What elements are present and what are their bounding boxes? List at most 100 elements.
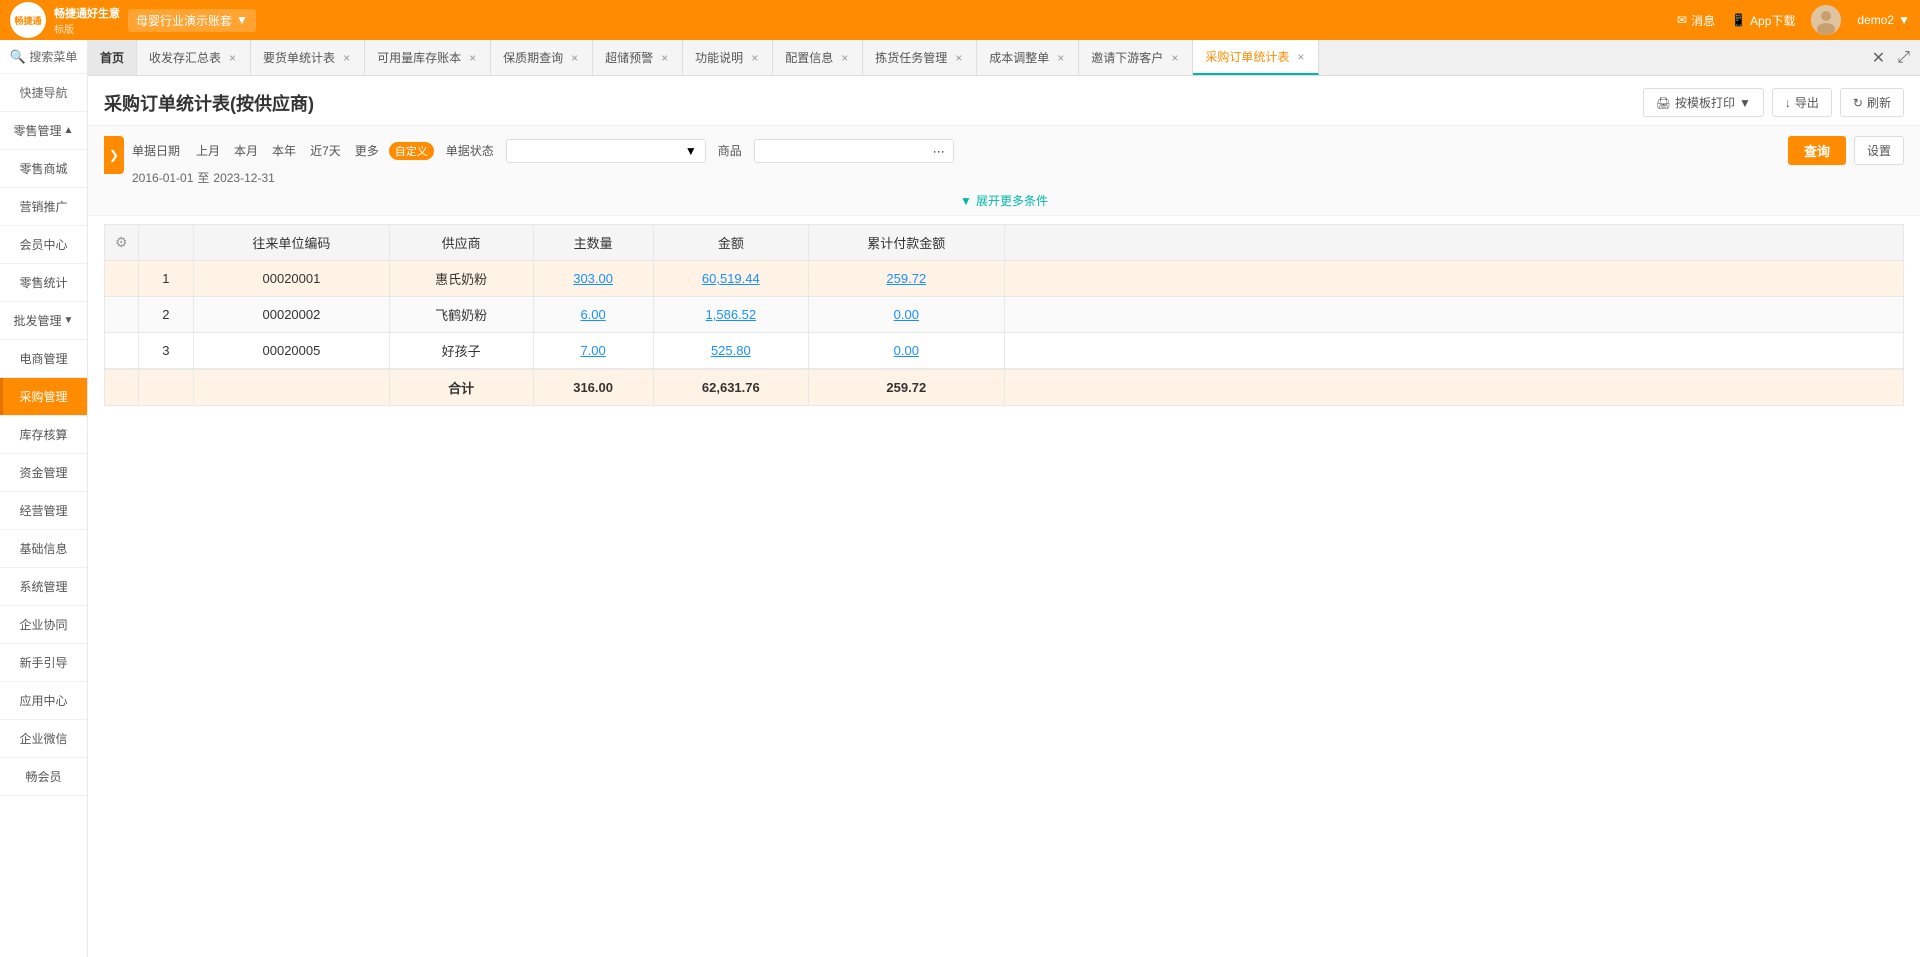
tab-overstock[interactable]: 超储预警 × bbox=[593, 40, 683, 75]
avatar[interactable] bbox=[1811, 5, 1841, 35]
sidebar-item-retail-stats[interactable]: 零售统计 bbox=[0, 264, 87, 302]
tab-maximize-icon[interactable]: ⤢ bbox=[1895, 47, 1912, 69]
sidebar-item-business[interactable]: 经营管理 bbox=[0, 492, 87, 530]
sidebar-item-wechat[interactable]: 企业微信 bbox=[0, 720, 87, 758]
sidebar-quick-nav[interactable]: 快捷导航 bbox=[0, 74, 87, 112]
shortcut-this-year[interactable]: 本年 bbox=[268, 140, 300, 161]
tab-close-all-icon[interactable]: ✕ bbox=[1870, 46, 1887, 70]
sidebar-item-marketing[interactable]: 营销推广 bbox=[0, 188, 87, 226]
status-select[interactable]: ▼ bbox=[506, 139, 706, 163]
mobile-icon: 📱 bbox=[1731, 13, 1746, 27]
tab-close-icon[interactable]: × bbox=[839, 51, 850, 65]
sidebar-item-system[interactable]: 系统管理 bbox=[0, 568, 87, 606]
sidebar-item-label: 库存核算 bbox=[19, 428, 67, 442]
th-empty bbox=[1004, 225, 1904, 261]
filter-expand-left-button[interactable]: ❯ bbox=[104, 136, 124, 174]
summary-quantity: 316.00 bbox=[533, 369, 653, 406]
tab-available-stock[interactable]: 可用量库存账本 × bbox=[365, 40, 491, 75]
sidebar-item-ecommerce[interactable]: 电商管理 bbox=[0, 340, 87, 378]
sidebar-item-label: 新手引导 bbox=[19, 656, 67, 670]
print-icon: 🖨 bbox=[1656, 96, 1671, 110]
export-button[interactable]: ↓ 导出 bbox=[1772, 88, 1832, 117]
username-label[interactable]: demo2 ▼ bbox=[1857, 13, 1910, 27]
sidebar-item-inventory[interactable]: 库存核算 bbox=[0, 416, 87, 454]
tab-close-icon[interactable]: × bbox=[227, 51, 238, 65]
chevron-down-icon: ▲ bbox=[64, 125, 74, 136]
goods-input[interactable]: ··· bbox=[754, 139, 954, 163]
tab-cost-adjust[interactable]: 成本调整单 × bbox=[977, 40, 1079, 75]
shortcut-this-month[interactable]: 本月 bbox=[230, 140, 262, 161]
workspace-selector[interactable]: 母婴行业演示账套 ▼ bbox=[128, 9, 256, 32]
tab-close-icon[interactable]: × bbox=[1055, 51, 1066, 65]
tab-invite-downstream[interactable]: 邀请下游客户 × bbox=[1079, 40, 1193, 75]
tab-close-icon[interactable]: × bbox=[749, 51, 760, 65]
sidebar: 🔍 搜索菜单 快捷导航 零售管理 ▲ 零售商城 营销推广 会员中心 零售统计 批… bbox=[0, 40, 88, 957]
tab-recv-send[interactable]: 收发存汇总表 × bbox=[137, 40, 251, 75]
top-bar-left: 畅捷通 畅捷通好生意 标版 母婴行业演示账套 ▼ bbox=[10, 2, 256, 38]
top-bar: 畅捷通 畅捷通好生意 标版 母婴行业演示账套 ▼ ✉ 消息 📱 App下载 bbox=[0, 0, 1920, 40]
sidebar-item-basic[interactable]: 基础信息 bbox=[0, 530, 87, 568]
tab-purchase-order-stats[interactable]: 采购订单统计表 × bbox=[1193, 40, 1319, 75]
sidebar-item-finance[interactable]: 资金管理 bbox=[0, 454, 87, 492]
td-paid-amount: 0.00 bbox=[809, 297, 1004, 333]
message-button[interactable]: ✉ 消息 bbox=[1677, 12, 1715, 29]
sidebar-search[interactable]: 🔍 搜索菜单 bbox=[0, 40, 87, 74]
tab-close-icon[interactable]: × bbox=[1295, 50, 1306, 64]
filter-fields: 单据日期 上月 本月 本年 近7天 更多 自定义 单据状态 bbox=[132, 136, 1904, 186]
sidebar-item-retail-management[interactable]: 零售管理 ▲ bbox=[0, 112, 87, 150]
sidebar-item-newbie[interactable]: 新手引导 bbox=[0, 644, 87, 682]
tab-close-icon[interactable]: × bbox=[1169, 51, 1180, 65]
search-icon: 🔍 bbox=[10, 49, 26, 64]
sidebar-item-enterprise[interactable]: 企业协同 bbox=[0, 606, 87, 644]
tab-close-icon[interactable]: × bbox=[569, 51, 580, 65]
sidebar-item-label: 零售统计 bbox=[19, 276, 67, 290]
expand-more-button[interactable]: ▼ 展开更多条件 bbox=[960, 192, 1048, 209]
sidebar-item-purchase[interactable]: 采购管理 bbox=[0, 378, 87, 416]
tab-label: 邀请下游客户 bbox=[1091, 49, 1163, 66]
refresh-button[interactable]: ↻ 刷新 bbox=[1840, 88, 1904, 117]
page-header: 采购订单统计表(按供应商) 🖨 按模板打印 ▼ ↓ 导出 ↻ 刷新 bbox=[88, 76, 1920, 126]
shortcut-more[interactable]: 更多 bbox=[351, 140, 383, 161]
sidebar-item-wholesale[interactable]: 批发管理 ▼ bbox=[0, 302, 87, 340]
data-table: ⚙ 往来单位编码 供应商 主数量 金额 累计付款金额 bbox=[104, 224, 1904, 406]
chevron-down-icon: ▼ bbox=[960, 194, 972, 208]
date-from: 2016-01-01 bbox=[132, 171, 193, 185]
tab-expiry[interactable]: 保质期查询 × bbox=[491, 40, 593, 75]
tab-close-icon[interactable]: × bbox=[659, 51, 670, 65]
td-quantity: 7.00 bbox=[533, 333, 653, 370]
refresh-icon: ↻ bbox=[1853, 96, 1863, 110]
settings-button[interactable]: 设置 bbox=[1854, 136, 1904, 165]
date-range-row: 2016-01-01 至 2023-12-31 bbox=[132, 169, 1904, 186]
tab-purchase-stats[interactable]: 要货单统计表 × bbox=[251, 40, 365, 75]
sidebar-item-retail-mall[interactable]: 零售商城 bbox=[0, 150, 87, 188]
tab-config[interactable]: 配置信息 × bbox=[773, 40, 863, 75]
tab-close-icon[interactable]: × bbox=[341, 51, 352, 65]
tab-close-icon[interactable]: × bbox=[953, 51, 964, 65]
sidebar-item-member-center[interactable]: 会员中心 bbox=[0, 226, 87, 264]
sidebar-item-label: 企业微信 bbox=[19, 732, 67, 746]
table-header-row: ⚙ 往来单位编码 供应商 主数量 金额 累计付款金额 bbox=[105, 225, 1904, 261]
custom-date-badge[interactable]: 自定义 bbox=[389, 142, 434, 160]
tab-picking-task[interactable]: 拣货任务管理 × bbox=[863, 40, 977, 75]
summary-amount: 62,631.76 bbox=[653, 369, 809, 406]
tab-function-desc[interactable]: 功能说明 × bbox=[683, 40, 773, 75]
th-index bbox=[138, 225, 194, 261]
tab-close-icon[interactable]: × bbox=[467, 51, 478, 65]
status-label: 单据状态 bbox=[446, 142, 494, 159]
app-download-button[interactable]: 📱 App下载 bbox=[1731, 12, 1795, 29]
sidebar-item-vip[interactable]: 畅会员 bbox=[0, 758, 87, 796]
date-label: 单据日期 bbox=[132, 142, 180, 159]
print-button[interactable]: 🖨 按模板打印 ▼ bbox=[1643, 88, 1764, 117]
tab-label: 超储预警 bbox=[605, 49, 653, 66]
svg-text:畅捷通: 畅捷通 bbox=[14, 15, 41, 26]
sidebar-item-label: 畅会员 bbox=[25, 770, 61, 784]
shortcut-last-month[interactable]: 上月 bbox=[192, 140, 224, 161]
sidebar-item-app-center[interactable]: 应用中心 bbox=[0, 682, 87, 720]
chevron-down-icon: ▼ bbox=[685, 144, 697, 158]
tab-label: 保质期查询 bbox=[503, 49, 563, 66]
filter-main-row: ❯ 单据日期 上月 本月 本年 近7天 更多 自定义 bbox=[104, 136, 1904, 186]
query-button[interactable]: 查询 bbox=[1788, 136, 1846, 165]
shortcut-7days[interactable]: 近7天 bbox=[306, 140, 345, 161]
settings-icon[interactable]: ⚙ bbox=[115, 234, 128, 250]
tab-home[interactable]: 首页 bbox=[88, 40, 137, 75]
